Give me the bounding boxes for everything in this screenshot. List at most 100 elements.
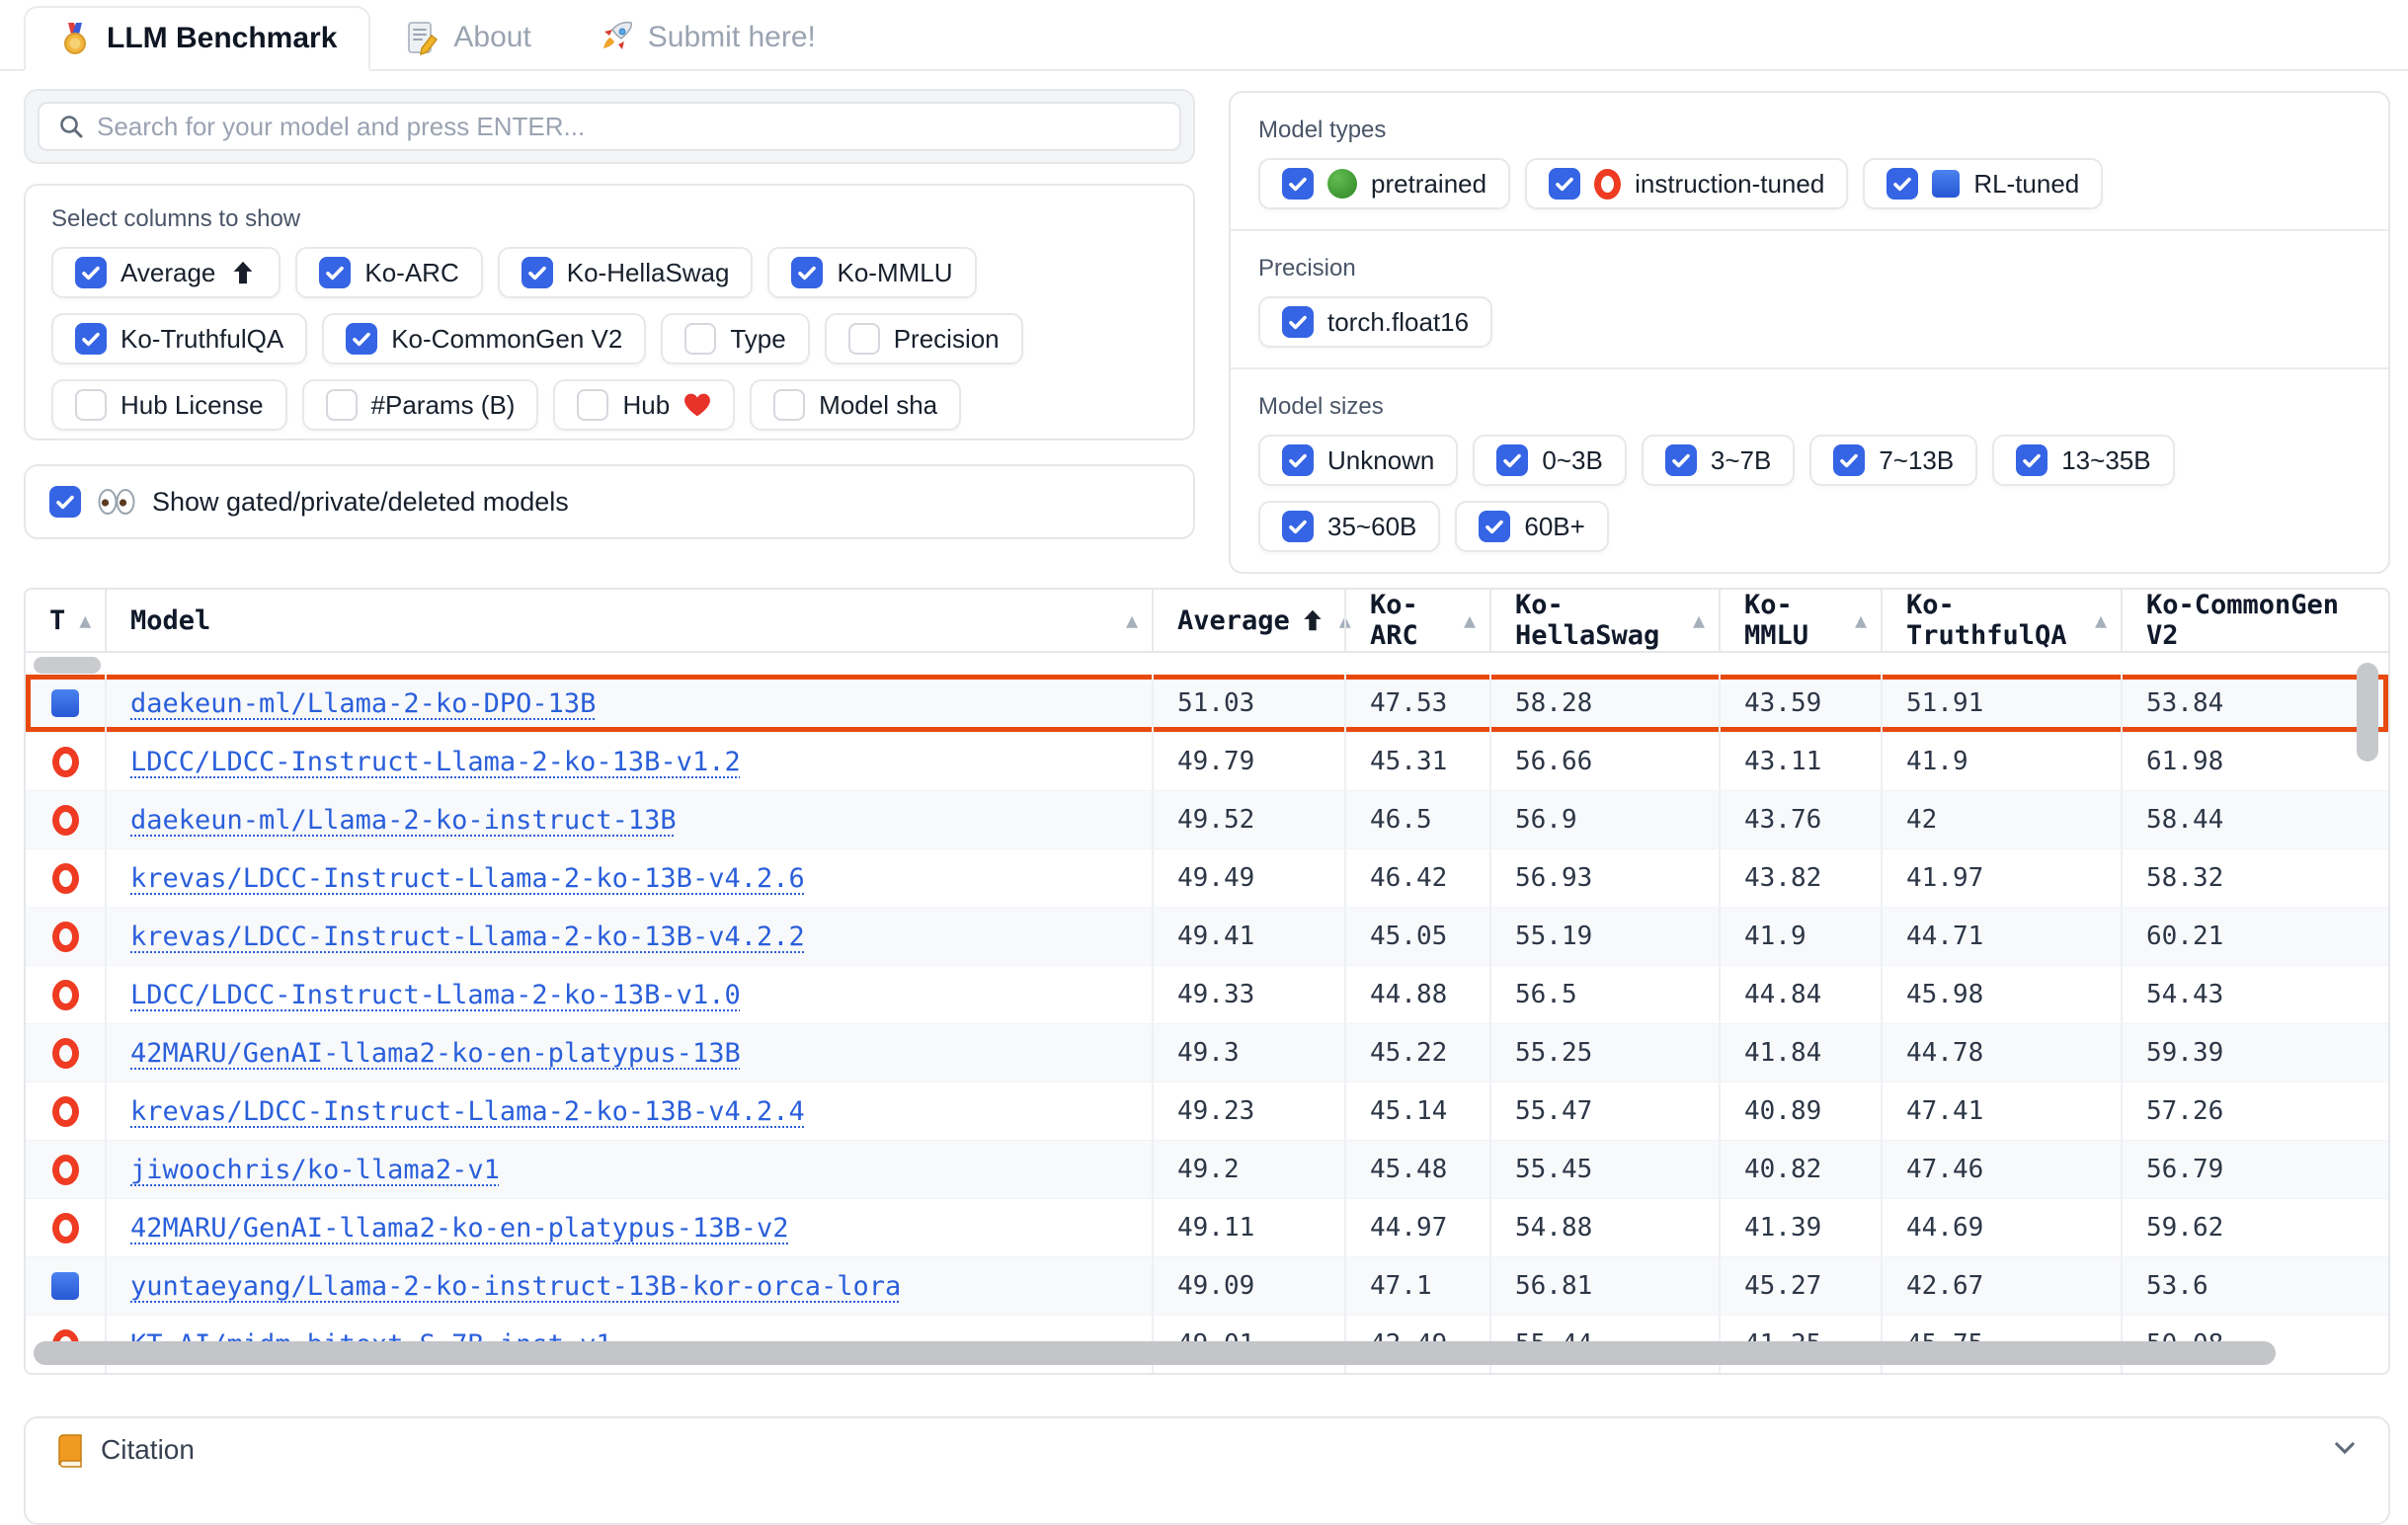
checkbox-label: Model sha: [819, 390, 937, 421]
model-link[interactable]: jiwoochris/ko-llama2-v1: [130, 1155, 500, 1185]
score-cell: 40.89: [1719, 1083, 1881, 1140]
column-header-label: Model: [130, 605, 210, 636]
score-cell: 58.28: [1489, 675, 1719, 732]
red-ring-icon: [52, 1038, 79, 1069]
score-cell: 41.9: [1881, 733, 2121, 790]
model-link[interactable]: daekeun-ml/Llama-2-ko-DPO-13B: [130, 688, 596, 719]
checkbox-pill-0-3b[interactable]: 0~3B: [1473, 435, 1626, 486]
checkbox-unchecked[interactable]: [577, 389, 608, 421]
column-header-ko-commongen-v2[interactable]: Ko-CommonGen V2: [2121, 590, 2388, 651]
checkbox-label: instruction-tuned: [1635, 169, 1824, 200]
checkbox-pill-average[interactable]: Average: [51, 247, 281, 298]
tab-submit[interactable]: Submit here!: [565, 6, 849, 69]
checkbox-checked[interactable]: [1886, 168, 1918, 200]
checkbox-checked[interactable]: [75, 323, 107, 355]
gated-models-panel[interactable]: Show gated/private/deleted models: [24, 464, 1195, 539]
column-header-model[interactable]: Model▲: [105, 590, 1152, 651]
checkbox-unchecked[interactable]: [75, 389, 107, 421]
tab-llm-benchmark[interactable]: LLM Benchmark: [24, 6, 370, 71]
checkbox-checked[interactable]: [1549, 168, 1580, 200]
checkbox-checked[interactable]: [1282, 444, 1314, 476]
checkbox-checked[interactable]: [1282, 168, 1314, 200]
checkbox-checked[interactable]: [1479, 511, 1510, 542]
checkbox-unchecked[interactable]: [848, 323, 880, 355]
citation-accordion[interactable]: Citation: [24, 1416, 2390, 1525]
model-link[interactable]: 42MARU/GenAI-llama2-ko-en-platypus-13B: [130, 1038, 741, 1069]
column-header-ko-hellaswag[interactable]: Ko-HellaSwag▲: [1489, 590, 1719, 651]
checkbox-pill-ko-commongen-v2[interactable]: Ko-CommonGen V2: [322, 313, 646, 364]
gated-checkbox[interactable]: [49, 486, 81, 518]
score-cell: 47.46: [1881, 1141, 2121, 1198]
checkbox-pill-model-sha[interactable]: Model sha: [750, 379, 961, 431]
checkbox-checked[interactable]: [346, 323, 377, 355]
model-link[interactable]: krevas/LDCC-Instruct-Llama-2-ko-13B-v4.2…: [130, 922, 805, 952]
checkbox-pill-13-35b[interactable]: 13~35B: [1992, 435, 2174, 486]
checkbox-pill-pretrained[interactable]: pretrained: [1258, 158, 1510, 209]
horizontal-scrollbar-thumb[interactable]: [34, 1341, 2276, 1365]
table-row: krevas/LDCC-Instruct-Llama-2-ko-13B-v4.2…: [26, 849, 2388, 908]
checkbox-checked[interactable]: [522, 257, 553, 288]
model-link[interactable]: krevas/LDCC-Instruct-Llama-2-ko-13B-v4.2…: [130, 1096, 805, 1127]
checkbox-pill-35-60b[interactable]: 35~60B: [1258, 501, 1440, 552]
checkbox-pill-60b[interactable]: 60B+: [1455, 501, 1608, 552]
checkbox-pill-7-13b[interactable]: 7~13B: [1809, 435, 1977, 486]
checkbox-checked[interactable]: [1833, 444, 1865, 476]
table-row: daekeun-ml/Llama-2-ko-DPO-13B51.0347.535…: [26, 675, 2388, 733]
checkbox-pill-hub[interactable]: Hub: [553, 379, 735, 431]
model-link[interactable]: 42MARU/GenAI-llama2-ko-en-platypus-13B-v…: [130, 1213, 788, 1244]
red-ring-icon: [1594, 169, 1621, 200]
checkbox-checked[interactable]: [1496, 444, 1528, 476]
column-header-ko-arc[interactable]: Ko-ARC▲: [1344, 590, 1489, 651]
column-header-t[interactable]: T▲: [26, 590, 105, 651]
column-header-average[interactable]: Average▲: [1152, 590, 1344, 651]
checkbox-pill-instruction-tuned[interactable]: instruction-tuned: [1525, 158, 1848, 209]
column-header-label: Average: [1177, 605, 1290, 636]
model-link[interactable]: yuntaeyang/Llama-2-ko-instruct-13B-kor-o…: [130, 1271, 901, 1302]
row-resize-handle[interactable]: [34, 657, 101, 674]
vertical-scrollbar-thumb[interactable]: [2357, 663, 2378, 762]
checkbox-pill-ko-arc[interactable]: Ko-ARC: [295, 247, 482, 298]
model-link[interactable]: krevas/LDCC-Instruct-Llama-2-ko-13B-v4.2…: [130, 863, 805, 894]
checkbox-checked[interactable]: [75, 257, 107, 288]
checkbox-checked[interactable]: [1282, 306, 1314, 338]
checkbox-checked[interactable]: [2016, 444, 2047, 476]
red-ring-icon: [52, 1096, 79, 1127]
search-icon: [57, 113, 85, 140]
checkbox-pill-3-7b[interactable]: 3~7B: [1642, 435, 1795, 486]
checkbox-unchecked[interactable]: [684, 323, 716, 355]
checkbox-pill-ko-mmlu[interactable]: Ko-MMLU: [767, 247, 976, 298]
checkbox-checked[interactable]: [319, 257, 351, 288]
model-sizes-checkbox-group: Unknown 0~3B 3~7B 7~13B 13~35B 35~60B 60B+: [1258, 435, 2361, 552]
score-cell: 60.21: [2121, 908, 2388, 965]
checkbox-label: 7~13B: [1879, 445, 1954, 476]
checkbox-label: Precision: [894, 324, 1000, 355]
tab-about[interactable]: About: [370, 6, 564, 69]
checkbox-pill-unknown[interactable]: Unknown: [1258, 435, 1458, 486]
checkbox-pill-params-b[interactable]: #Params (B): [302, 379, 539, 431]
column-header-ko-truthfulqa[interactable]: Ko-TruthfulQA▲: [1881, 590, 2121, 651]
checkbox-pill-hub-license[interactable]: Hub License: [51, 379, 287, 431]
checkbox-pill-precision[interactable]: Precision: [825, 313, 1023, 364]
score-cell: 59.39: [2121, 1024, 2388, 1082]
tab-label: About: [453, 21, 530, 54]
checkbox-checked[interactable]: [1665, 444, 1697, 476]
checkbox-pill-rl-tuned[interactable]: RL-tuned: [1863, 158, 2103, 209]
model-link[interactable]: LDCC/LDCC-Instruct-Llama-2-ko-13B-v1.0: [130, 980, 741, 1010]
precision-section: Precision torch.float16: [1231, 229, 2388, 367]
checkbox-checked[interactable]: [1282, 511, 1314, 542]
red-ring-icon: [52, 747, 79, 777]
checkbox-pill-type[interactable]: Type: [661, 313, 809, 364]
checkbox-pill-torch-float16[interactable]: torch.float16: [1258, 296, 1492, 348]
model-link[interactable]: daekeun-ml/Llama-2-ko-instruct-13B: [130, 805, 677, 836]
search-input[interactable]: [97, 104, 1162, 149]
checkbox-checked[interactable]: [791, 257, 823, 288]
table-row: 42MARU/GenAI-llama2-ko-en-platypus-13B-v…: [26, 1199, 2388, 1257]
checkbox-pill-ko-truthfulqa[interactable]: Ko-TruthfulQA: [51, 313, 307, 364]
checkbox-unchecked[interactable]: [773, 389, 805, 421]
model-link[interactable]: LDCC/LDCC-Instruct-Llama-2-ko-13B-v1.2: [130, 747, 741, 777]
column-header-ko-mmlu[interactable]: Ko-MMLU▲: [1719, 590, 1881, 651]
up-arrow-icon: [229, 259, 257, 286]
score-cell: 55.45: [1489, 1141, 1719, 1198]
checkbox-unchecked[interactable]: [326, 389, 358, 421]
checkbox-pill-ko-hellaswag[interactable]: Ko-HellaSwag: [498, 247, 754, 298]
